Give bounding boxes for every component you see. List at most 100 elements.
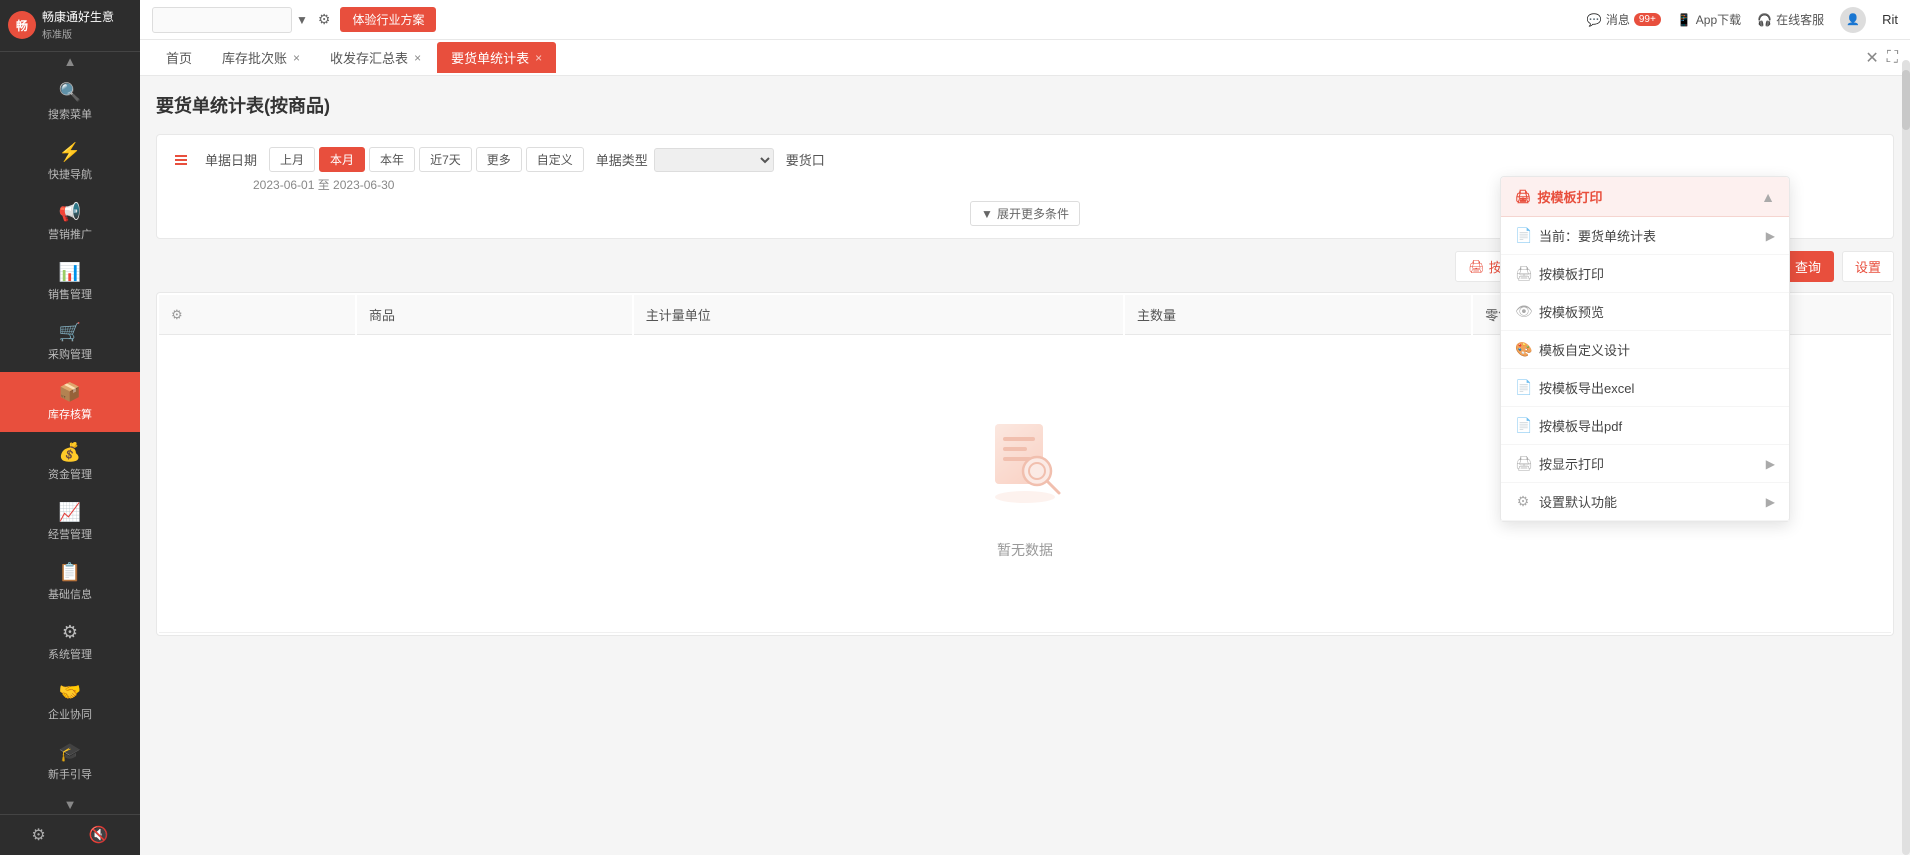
messages-icon: 💬 (1587, 13, 1602, 27)
sidebar-item-label: 采购管理 (48, 346, 92, 362)
mute-icon[interactable]: 🔇 (89, 825, 109, 845)
right-scrollbar[interactable] (1902, 60, 1910, 855)
default-func-icon: ⚙ (1515, 493, 1531, 510)
tab-receivables[interactable]: 收发存汇总表 × (316, 42, 435, 73)
filter-7days[interactable]: 近7天 (419, 147, 472, 172)
sidebar-item-search[interactable]: 🔍 搜索菜单 (0, 72, 140, 132)
sidebar-item-label: 经营管理 (48, 526, 92, 542)
table-header-quantity: 主数量 (1125, 295, 1471, 335)
dropdown-current-item[interactable]: 📄 当前：要货单统计表 ▶ (1501, 217, 1789, 255)
dropdown-default-func[interactable]: ⚙ 设置默认功能 ▶ (1501, 483, 1789, 521)
filter-curr-year[interactable]: 本年 (369, 147, 415, 172)
trial-button[interactable]: 体验行业方案 (340, 7, 436, 32)
logo-badge: 标准版 (42, 26, 114, 41)
template-design-icon: 🎨 (1515, 341, 1531, 358)
date-filter-group: 上月 本月 本年 近7天 更多 自定义 (269, 147, 584, 172)
empty-icon (975, 409, 1075, 528)
sidebar-item-quicknav[interactable]: ⚡ 快捷导航 (0, 132, 140, 192)
topbar-search-input[interactable] (152, 7, 292, 33)
tab-receivables-close[interactable]: × (414, 51, 421, 65)
dropdown-template-design[interactable]: 🎨 模板自定义设计 (1501, 331, 1789, 369)
avatar-icon: 👤 (1846, 13, 1860, 26)
sidebar-bottom: ⚙ 🔇 (0, 814, 140, 855)
printer-header-icon: 🖨 (1515, 189, 1532, 205)
dropdown-template-print[interactable]: 🖨 按模板打印 (1501, 255, 1789, 293)
sidebar-item-guide[interactable]: 🎓 新手引导 (0, 732, 140, 792)
sidebar-item-label: 企业协同 (48, 706, 92, 722)
logo-icon: 畅 (8, 11, 36, 39)
settings-bottom-icon[interactable]: ⚙ (31, 825, 45, 845)
current-template-icon: 📄 (1515, 227, 1531, 244)
online-service-label: 在线客服 (1776, 11, 1824, 28)
sidebar-item-operation[interactable]: 📈 经营管理 (0, 492, 140, 552)
service-icon: 🎧 (1757, 13, 1772, 27)
export-pdf-icon: 📄 (1515, 417, 1531, 434)
filter-curr-month[interactable]: 本月 (319, 147, 365, 172)
sidebar-item-finance[interactable]: 💰 资金管理 (0, 432, 140, 492)
type-select[interactable] (654, 148, 774, 172)
dropdown-title: 🖨 按模板打印 (1515, 187, 1603, 206)
display-print-icon: 🖨 (1515, 455, 1531, 472)
filter-expand-icon[interactable] (173, 152, 189, 168)
chevron-down-icon: ▼ (981, 207, 993, 221)
scrollbar-thumb (1902, 70, 1910, 130)
page-title: 要货单统计表(按商品) (156, 92, 1894, 118)
sidebar-scroll-up[interactable]: ▲ (0, 52, 140, 72)
sidebar-item-label: 资金管理 (48, 466, 92, 482)
sidebar-item-label: 搜索菜单 (48, 106, 92, 122)
dropdown-header: 🖨 按模板打印 ▲ (1501, 177, 1789, 217)
sidebar-scroll-down[interactable]: ▼ (0, 794, 140, 814)
expand-more-button[interactable]: ▼ 展开更多条件 (970, 201, 1080, 226)
filter-more[interactable]: 更多 (476, 147, 522, 172)
dropdown-close-icon[interactable]: ▲ (1761, 189, 1775, 205)
sidebar-item-marketing[interactable]: 📢 营销推广 (0, 192, 140, 252)
sidebar-item-sales[interactable]: 📊 销售管理 (0, 252, 140, 312)
messages-badge: 99+ (1634, 13, 1661, 26)
filter-prev-month[interactable]: 上月 (269, 147, 315, 172)
sidebar-item-collab[interactable]: 🤝 企业协同 (0, 672, 140, 732)
tab-order-stats[interactable]: 要货单统计表 × (437, 42, 556, 73)
table-settings-icon[interactable]: ⚙ (171, 307, 183, 322)
messages-label: 消息 (1606, 11, 1630, 28)
tab-home[interactable]: 首页 (152, 42, 206, 73)
sidebar-item-inventory[interactable]: 📦 库存核算 (0, 372, 140, 432)
app-download-item[interactable]: 📱 App下载 (1677, 11, 1741, 28)
basic-icon: 📋 (59, 562, 81, 583)
topbar-dropdown-button[interactable]: ▼ (296, 13, 308, 27)
messages-item[interactable]: 💬 消息 99+ (1587, 11, 1661, 28)
online-service-item[interactable]: 🎧 在线客服 (1757, 11, 1824, 28)
filter-custom[interactable]: 自定义 (526, 147, 584, 172)
sidebar-item-purchase[interactable]: 🛒 采购管理 (0, 312, 140, 372)
chevron-right-2-icon: ▶ (1766, 457, 1775, 471)
table-header-settings: ⚙ (159, 295, 355, 335)
dropdown-template-preview[interactable]: 👁 按模板预览 (1501, 293, 1789, 331)
table-header-product: 商品 (357, 295, 632, 335)
chevron-right-icon: ▶ (1766, 229, 1775, 243)
app-download-label: App下载 (1696, 11, 1741, 28)
print-dropdown-popup: 🖨 按模板打印 ▲ 📄 当前：要货单统计表 ▶ 🖨 按模板打印 (1500, 176, 1790, 522)
topbar-right: 💬 消息 99+ 📱 App下载 🎧 在线客服 👤 Rit (1587, 7, 1898, 33)
tab-maximize-icon[interactable]: ⛶ (1887, 49, 1898, 67)
dropdown-display-print[interactable]: 🖨 按显示打印 ▶ (1501, 445, 1789, 483)
dropdown-export-excel[interactable]: 📄 按模板导出excel (1501, 369, 1789, 407)
sidebar-item-system[interactable]: ⚙ 系统管理 (0, 612, 140, 672)
dropdown-export-pdf[interactable]: 📄 按模板导出pdf (1501, 407, 1789, 445)
purchase-icon: 🛒 (59, 322, 81, 343)
tab-order-stats-close[interactable]: × (535, 51, 542, 65)
sidebar-item-label: 系统管理 (48, 646, 92, 662)
marketing-icon: 📢 (59, 202, 81, 223)
quicknav-icon: ⚡ (59, 142, 81, 163)
user-avatar[interactable]: 👤 (1840, 7, 1866, 33)
sidebar: 畅 畅康通好生意 标准版 ▲ 🔍 搜索菜单 ⚡ 快捷导航 📢 营销推广 📊 销售 (0, 0, 140, 855)
tab-close-all-icon[interactable]: ✕ (1865, 48, 1878, 68)
sidebar-item-label: 库存核算 (48, 406, 92, 422)
sidebar-item-label: 销售管理 (48, 286, 92, 302)
tab-batch-close[interactable]: × (293, 51, 300, 65)
topbar-gear-icon[interactable]: ⚙ (318, 11, 331, 28)
tab-batch[interactable]: 库存批次账 × (208, 42, 314, 73)
inventory-icon: 📦 (59, 382, 81, 403)
empty-text: 暂无数据 (997, 540, 1053, 560)
sidebar-item-basic[interactable]: 📋 基础信息 (0, 552, 140, 612)
type-filter: 单据类型 (596, 148, 774, 172)
settings-button[interactable]: 设置 (1842, 251, 1894, 282)
